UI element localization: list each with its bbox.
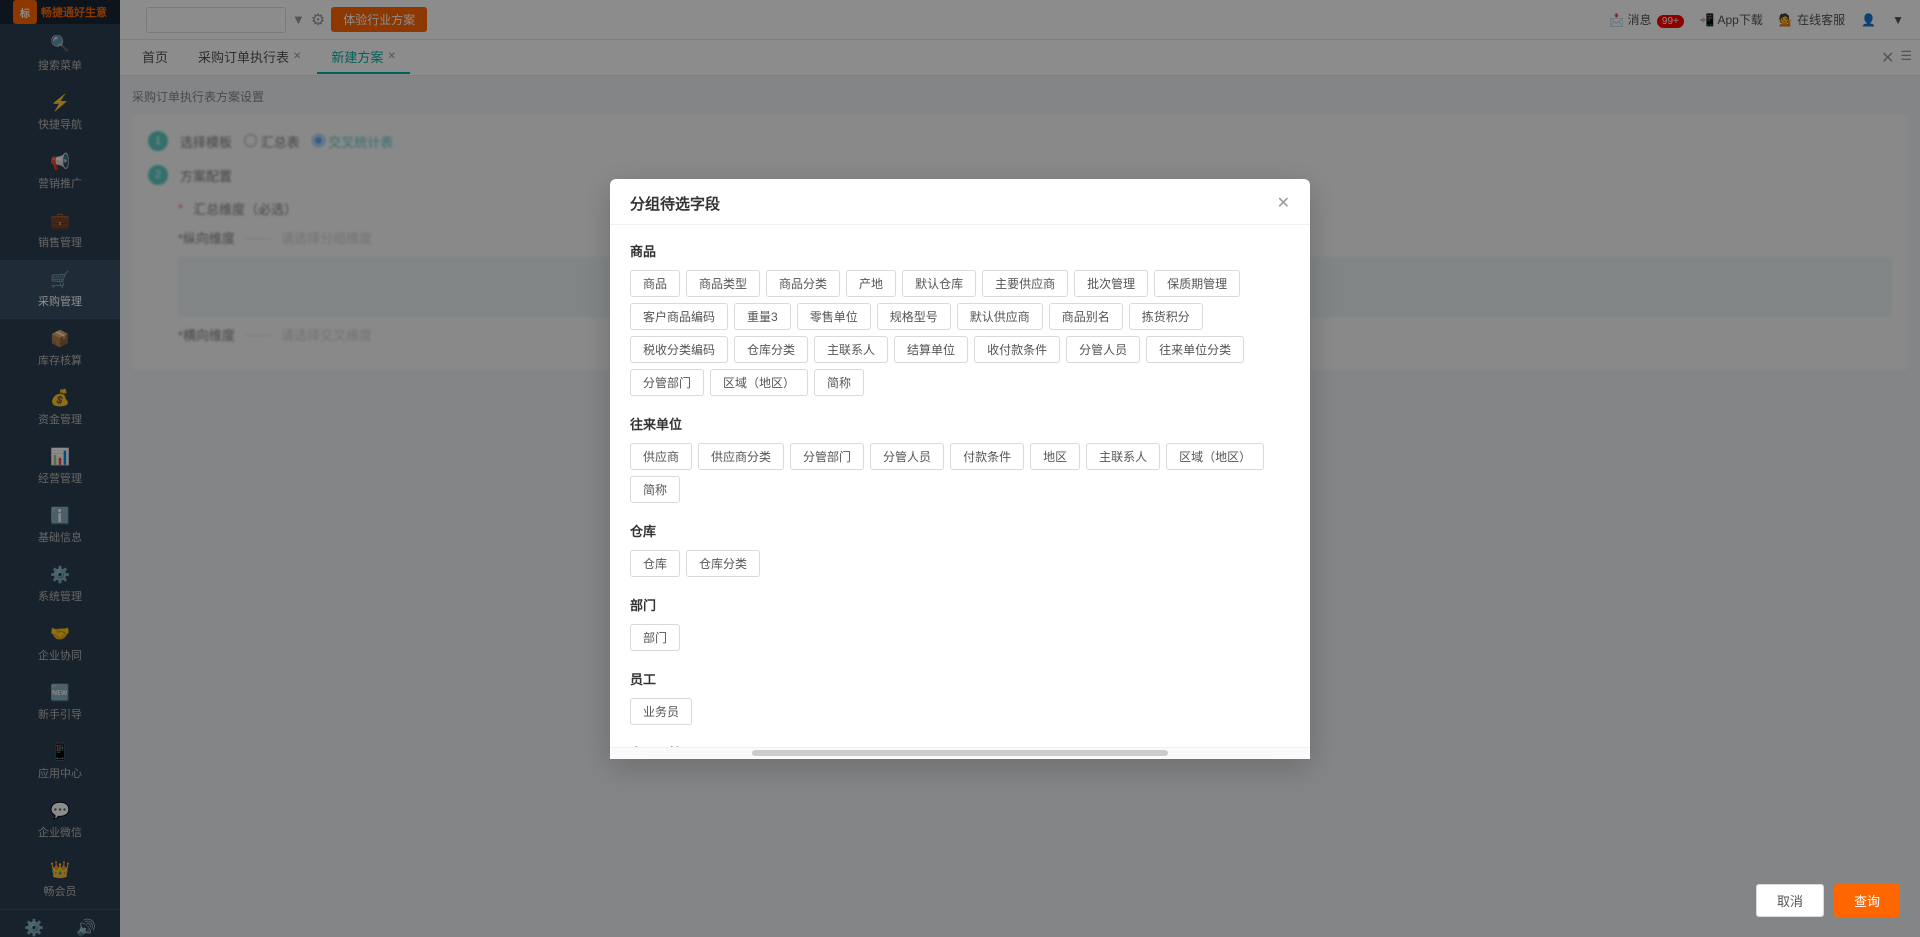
field-tag[interactable]: 地区 — [1030, 443, 1080, 470]
confirm-button[interactable]: 查询 — [1834, 884, 1900, 917]
section-title-员工: 员工 — [630, 669, 1290, 688]
modal-dialog: 分组待选字段 ✕ 商品商品商品类型商品分类产地默认仓库主要供应商批次管理保质期管… — [610, 179, 1310, 759]
field-tag[interactable]: 默认仓库 — [902, 270, 976, 297]
field-section-部门: 部门部门 — [630, 595, 1290, 651]
field-tag[interactable]: 业务员 — [630, 698, 692, 725]
section-title-仓库: 仓库 — [630, 521, 1290, 540]
field-tag[interactable]: 区域（地区） — [710, 369, 808, 396]
field-tag[interactable]: 结算单位 — [894, 336, 968, 363]
field-tag[interactable]: 收付款条件 — [974, 336, 1060, 363]
section-title-部门: 部门 — [630, 595, 1290, 614]
modal-overlay: 分组待选字段 ✕ 商品商品商品类型商品分类产地默认仓库主要供应商批次管理保质期管… — [0, 0, 1920, 937]
modal-title: 分组待选字段 — [630, 193, 720, 214]
field-tags-仓库: 仓库仓库分类 — [630, 550, 1290, 577]
field-tag[interactable]: 供应商分类 — [698, 443, 784, 470]
section-title-商品: 商品 — [630, 241, 1290, 260]
section-title-往来单位: 往来单位 — [630, 414, 1290, 433]
field-tags-往来单位: 供应商供应商分类分管部门分管人员付款条件地区主联系人区域（地区） 简称 — [630, 443, 1290, 503]
modal-header: 分组待选字段 ✕ — [610, 179, 1310, 225]
field-tag[interactable]: 默认供应商 — [957, 303, 1043, 330]
field-tag[interactable]: 规格型号 — [877, 303, 951, 330]
cancel-button[interactable]: 取消 — [1756, 884, 1824, 917]
field-tag[interactable]: 区域（地区） — [1166, 443, 1264, 470]
field-tag[interactable]: 分管人员 — [870, 443, 944, 470]
field-section-往来单位: 往来单位供应商供应商分类分管部门分管人员付款条件地区主联系人区域（地区） 简称 — [630, 414, 1290, 503]
field-tag[interactable]: 仓库分类 — [734, 336, 808, 363]
field-tag[interactable]: 重量3 — [734, 303, 791, 330]
field-tag[interactable]: 简称 — [630, 476, 680, 503]
modal-close-button[interactable]: ✕ — [1277, 193, 1290, 213]
field-tag[interactable]: 批次管理 — [1074, 270, 1148, 297]
modal-horizontal-scrollbar[interactable] — [610, 747, 1310, 759]
field-tag[interactable]: 商品分类 — [766, 270, 840, 297]
field-tag[interactable]: 产地 — [846, 270, 896, 297]
field-tag[interactable]: 保质期管理 — [1154, 270, 1240, 297]
field-tag[interactable]: 分管部门 — [790, 443, 864, 470]
field-tag[interactable]: 简称 — [814, 369, 864, 396]
field-section-员工: 员工业务员 — [630, 669, 1290, 725]
field-tag[interactable]: 客户商品编码 — [630, 303, 728, 330]
modal-body[interactable]: 商品商品商品类型商品分类产地默认仓库主要供应商批次管理保质期管理客户商品编码重量… — [610, 225, 1310, 747]
field-tag[interactable]: 分管部门 — [630, 369, 704, 396]
field-tag[interactable]: 商品别名 — [1049, 303, 1123, 330]
field-tag[interactable]: 供应商 — [630, 443, 692, 470]
field-tag[interactable]: 仓库 — [630, 550, 680, 577]
field-tag[interactable]: 付款条件 — [950, 443, 1024, 470]
field-tag[interactable]: 主联系人 — [1086, 443, 1160, 470]
field-section-商品: 商品商品商品类型商品分类产地默认仓库主要供应商批次管理保质期管理客户商品编码重量… — [630, 241, 1290, 396]
field-tags-部门: 部门 — [630, 624, 1290, 651]
field-tag[interactable]: 分管人员 — [1066, 336, 1140, 363]
hscroll-thumb — [752, 750, 1167, 756]
field-tag[interactable]: 主要供应商 — [982, 270, 1068, 297]
field-tag[interactable]: 往来单位分类 — [1146, 336, 1244, 363]
field-tag[interactable]: 部门 — [630, 624, 680, 651]
modal-footer: 取消 查询 — [1756, 884, 1900, 917]
field-section-仓库: 仓库仓库仓库分类 — [630, 521, 1290, 577]
field-tag[interactable]: 拣货积分 — [1129, 303, 1203, 330]
field-tags-员工: 业务员 — [630, 698, 1290, 725]
field-tag[interactable]: 商品 — [630, 270, 680, 297]
field-tag[interactable]: 税收分类编码 — [630, 336, 728, 363]
field-tag[interactable]: 仓库分类 — [686, 550, 760, 577]
field-tag[interactable]: 主联系人 — [814, 336, 888, 363]
field-tag[interactable]: 零售单位 — [797, 303, 871, 330]
field-tag[interactable]: 商品类型 — [686, 270, 760, 297]
field-tags-商品: 商品商品类型商品分类产地默认仓库主要供应商批次管理保质期管理客户商品编码重量3零… — [630, 270, 1290, 396]
